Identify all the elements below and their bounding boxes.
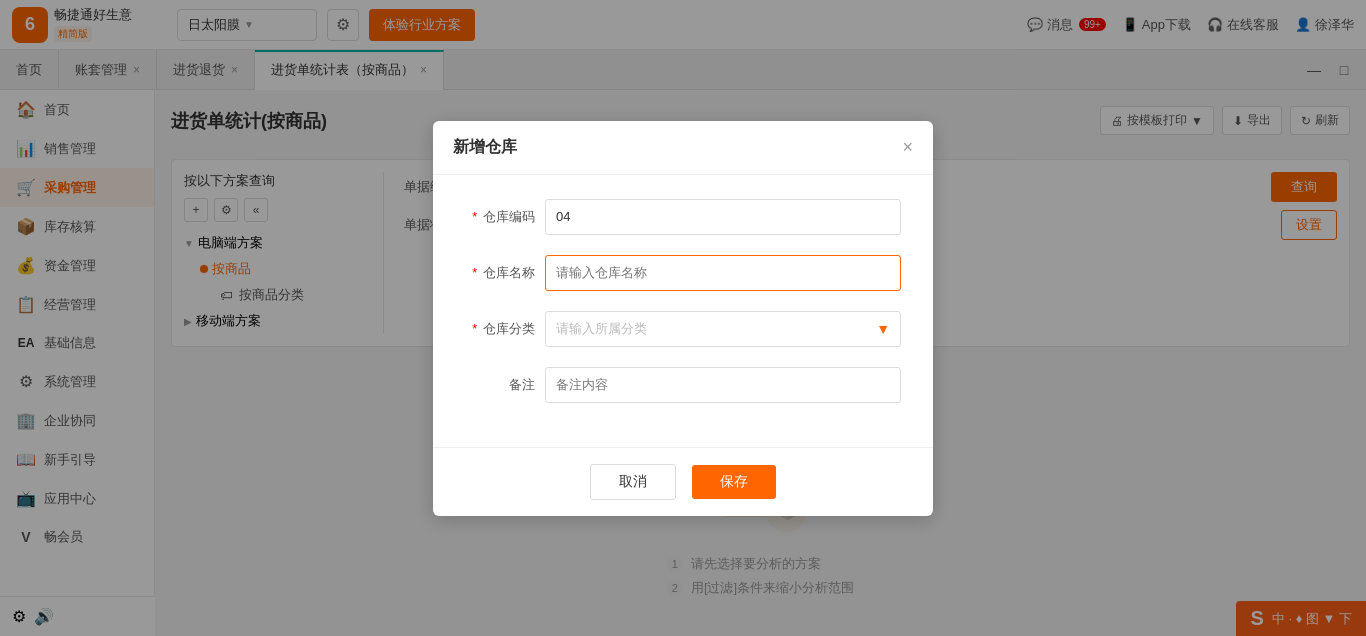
warehouse-note-input[interactable]	[545, 367, 901, 403]
warehouse-code-field: * 仓库编码	[465, 199, 901, 235]
warehouse-name-input[interactable]	[545, 255, 901, 291]
modal-overlay: 新增仓库 × * 仓库编码 * 仓库名称	[0, 0, 1366, 636]
category-label: * 仓库分类	[465, 320, 545, 338]
warehouse-category-field: * 仓库分类 请输入所属分类 ▼	[465, 311, 901, 347]
category-dropdown-arrow: ▼	[876, 321, 890, 337]
warehouse-category-select[interactable]: 请输入所属分类 ▼	[545, 311, 901, 347]
note-label: 备注	[465, 376, 545, 394]
code-label: * 仓库编码	[465, 208, 545, 226]
modal-header: 新增仓库 ×	[433, 121, 933, 175]
warehouse-note-field: 备注	[465, 367, 901, 403]
modal-footer: 取消 保存	[433, 447, 933, 516]
cancel-button[interactable]: 取消	[590, 464, 676, 500]
code-required: *	[472, 209, 477, 224]
modal-title: 新增仓库	[453, 137, 517, 158]
warehouse-name-field: * 仓库名称	[465, 255, 901, 291]
name-label: * 仓库名称	[465, 264, 545, 282]
modal-close-button[interactable]: ×	[902, 137, 913, 158]
new-warehouse-modal: 新增仓库 × * 仓库编码 * 仓库名称	[433, 121, 933, 516]
warehouse-code-input[interactable]	[545, 199, 901, 235]
category-placeholder: 请输入所属分类	[556, 320, 647, 338]
save-button[interactable]: 保存	[692, 465, 776, 499]
modal-body: * 仓库编码 * 仓库名称 * 仓库分类 请输入所属	[433, 175, 933, 447]
category-required: *	[472, 321, 477, 336]
name-required: *	[472, 265, 477, 280]
